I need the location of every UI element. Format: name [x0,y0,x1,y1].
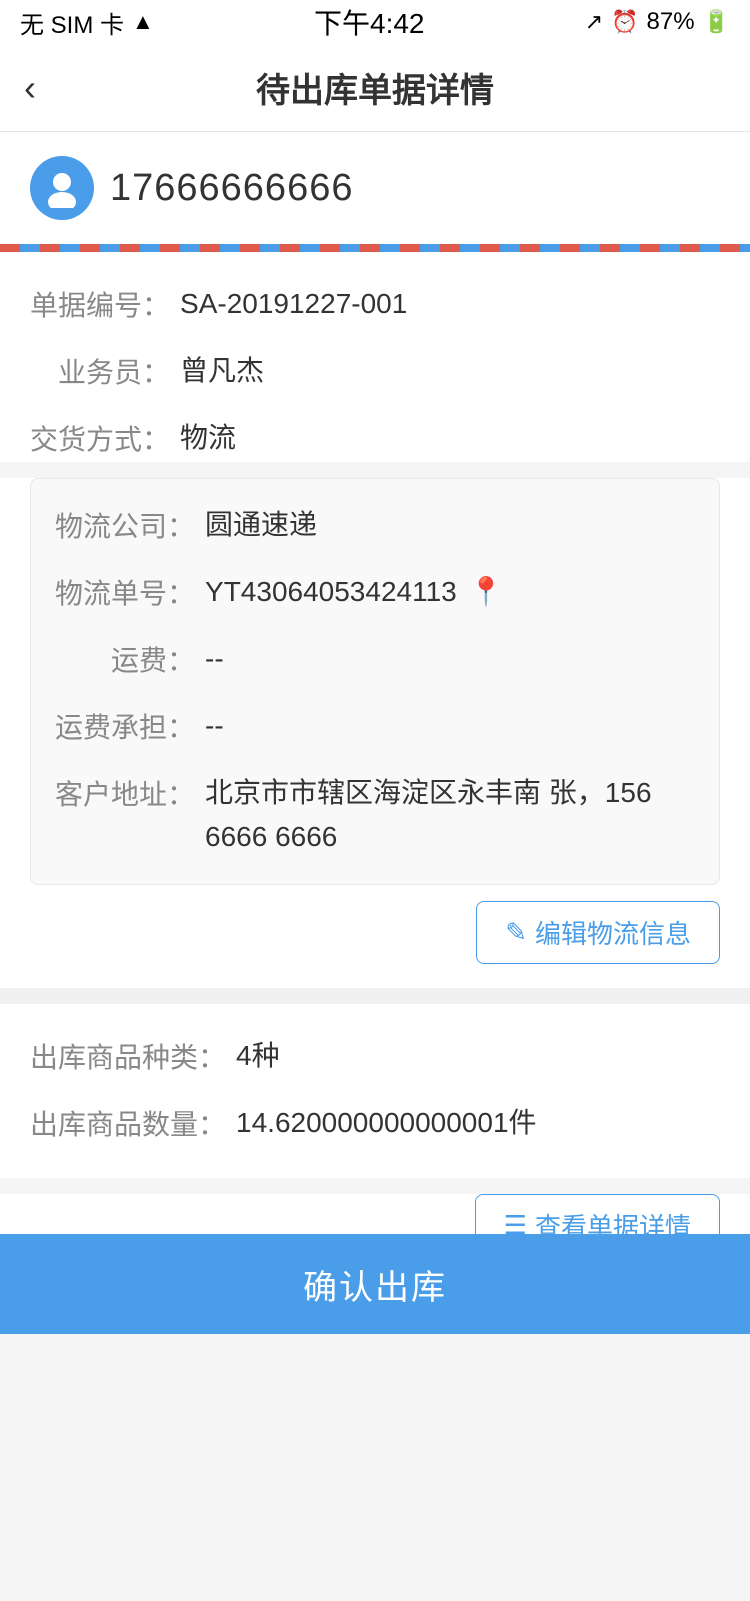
status-right: ↗ ⏰ 87% 🔋 [585,8,730,36]
doc-number-label: 单据编号： [30,282,170,329]
location-status-icon: ↗ [585,9,603,35]
goods-quantity-value: 14.620000000000001件 [226,1101,720,1146]
doc-number-value: SA-20191227-001 [170,282,720,327]
dashed-divider [0,244,750,252]
doc-info-section: 单据编号： SA-20191227-001 业务员： 曾凡杰 交货方式： 物流 [0,252,750,462]
freight-bear-row: 运费承担： -- [55,704,695,751]
wifi-icon: ▲ [132,9,154,35]
logistics-company-row: 物流公司： 圆通速递 [55,503,695,550]
freight-value: -- [195,637,695,682]
battery-icon: 🔋 [703,9,730,35]
nav-bar: ‹ 待出库单据详情 [0,44,750,132]
freight-bear-label: 运费承担： [55,704,195,751]
goods-section: 出库商品种类： 4种 出库商品数量： 14.620000000000001件 [0,1004,750,1178]
avatar [30,156,94,220]
page-title: 待出库单据详情 [256,63,494,112]
logistics-section: 物流公司： 圆通速递 物流单号： YT43064053424113 📍 运费： … [0,478,750,988]
tracking-location-icon[interactable]: 📍 [469,570,504,615]
logistics-tracking-row: 物流单号： YT43064053424113 📍 [55,570,695,617]
goods-types-label: 出库商品种类： [30,1034,226,1081]
edit-logistics-area: ✎ 编辑物流信息 [0,901,750,988]
goods-quantity-row: 出库商品数量： 14.620000000000001件 [30,1101,720,1148]
customer-header: 17666666666 [0,132,750,244]
address-label: 客户地址： [55,771,195,818]
logistics-company-value: 圆通速递 [195,503,695,548]
salesman-row: 业务员： 曾凡杰 [30,349,720,396]
confirm-btn-wrap: 确认出库 [0,1234,750,1334]
address-row: 客户地址： 北京市市辖区海淀区永丰南 张，156 6666 6666 [55,771,695,861]
logistics-company-label: 物流公司： [55,503,195,550]
delivery-method-value: 物流 [170,416,720,461]
delivery-method-label: 交货方式： [30,416,170,463]
freight-row: 运费： -- [55,637,695,684]
back-button[interactable]: ‹ [24,67,36,109]
edit-logistics-button[interactable]: ✎ 编辑物流信息 [476,901,720,964]
alarm-icon: ⏰ [611,9,638,35]
section-divider [0,988,750,1004]
salesman-value: 曾凡杰 [170,349,720,394]
logistics-tracking-label: 物流单号： [55,570,195,617]
confirm-outbound-button[interactable]: 确认出库 [0,1234,750,1334]
delivery-method-row: 交货方式： 物流 [30,416,720,463]
edit-logistics-icon: ✎ [505,917,527,948]
status-bar: 无 SIM 卡 ▲ 下午4:42 ↗ ⏰ 87% 🔋 [0,0,750,44]
status-left: 无 SIM 卡 ▲ [20,5,154,40]
address-value: 北京市市辖区海淀区永丰南 张，156 6666 6666 [195,771,695,861]
logistics-tracking-value: YT43064053424113 📍 [195,570,695,615]
freight-label: 运费： [55,637,195,684]
goods-types-value: 4种 [226,1034,720,1079]
edit-logistics-label: 编辑物流信息 [535,914,691,951]
logistics-card: 物流公司： 圆通速递 物流单号： YT43064053424113 📍 运费： … [30,478,720,885]
doc-number-row: 单据编号： SA-20191227-001 [30,282,720,329]
salesman-label: 业务员： [30,349,170,396]
goods-types-row: 出库商品种类： 4种 [30,1034,720,1081]
status-time: 下午4:42 [314,2,425,42]
customer-phone: 17666666666 [110,167,353,210]
battery-label: 87% [647,8,695,36]
carrier-label: 无 SIM 卡 [20,5,124,40]
goods-quantity-label: 出库商品数量： [30,1101,226,1148]
freight-bear-value: -- [195,704,695,749]
